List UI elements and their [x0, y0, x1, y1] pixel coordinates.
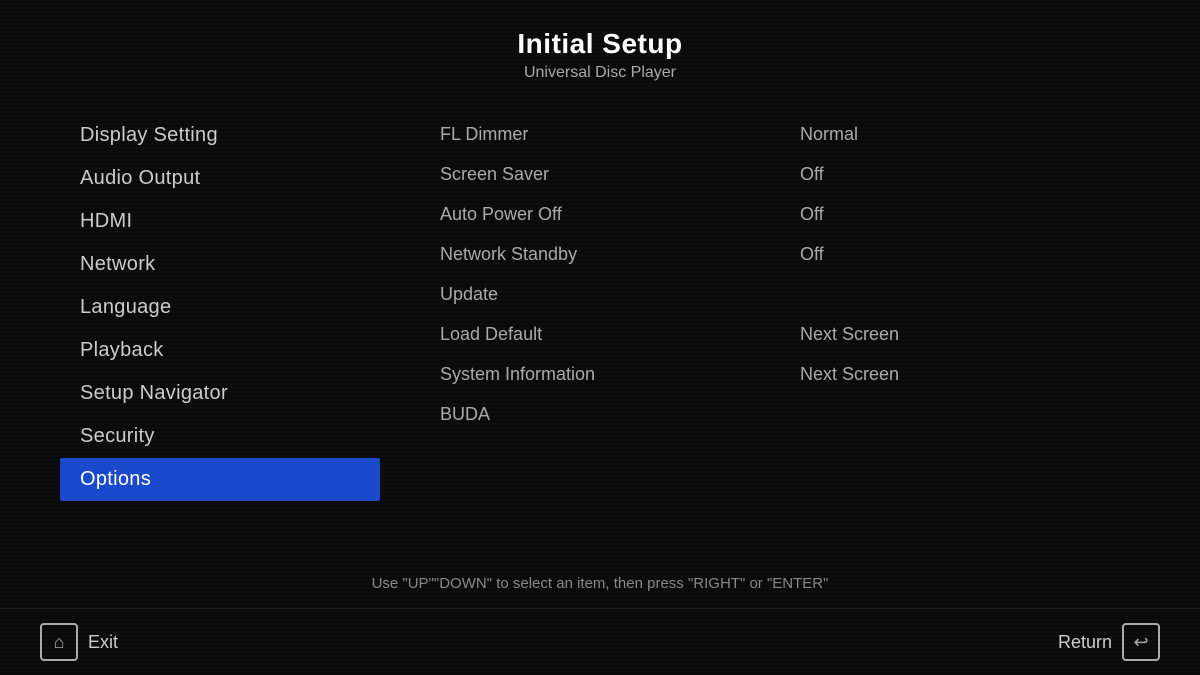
sidebar-item-playback[interactable]: Playback — [60, 329, 380, 372]
bottom-bar: ⌂ Exit Return ↩ — [0, 608, 1200, 675]
exit-button[interactable]: ⌂ Exit — [40, 623, 118, 661]
option-label-1: Screen Saver — [440, 164, 800, 185]
option-row-6[interactable]: System InformationNext Screen — [440, 354, 1140, 394]
option-label-5: Load Default — [440, 324, 800, 345]
option-label-0: FL Dimmer — [440, 124, 800, 145]
return-label: Return — [1058, 632, 1112, 653]
option-value-5: Next Screen — [800, 324, 899, 345]
sidebar-item-options[interactable]: Options — [60, 458, 380, 501]
return-icon: ↩ — [1122, 623, 1160, 661]
option-row-5[interactable]: Load DefaultNext Screen — [440, 314, 1140, 354]
sidebar-item-hdmi[interactable]: HDMI — [60, 200, 380, 243]
option-row-2[interactable]: Auto Power OffOff — [440, 194, 1140, 234]
header: Initial Setup Universal Disc Player — [0, 0, 1200, 94]
page-subtitle: Universal Disc Player — [0, 64, 1200, 82]
exit-label: Exit — [88, 632, 118, 653]
option-row-4[interactable]: Update — [440, 274, 1140, 314]
option-label-3: Network Standby — [440, 244, 800, 265]
sidebar-item-setup-navigator[interactable]: Setup Navigator — [60, 372, 380, 415]
option-label-7: BUDA — [440, 404, 800, 425]
home-icon: ⌂ — [40, 623, 78, 661]
option-row-3[interactable]: Network StandbyOff — [440, 234, 1140, 274]
option-value-0: Normal — [800, 124, 858, 145]
option-row-0[interactable]: FL DimmerNormal — [440, 114, 1140, 154]
options-panel: FL DimmerNormalScreen SaverOffAuto Power… — [380, 104, 1140, 559]
return-button[interactable]: Return ↩ — [1058, 623, 1160, 661]
option-value-2: Off — [800, 204, 824, 225]
sidebar-item-network[interactable]: Network — [60, 243, 380, 286]
option-row-1[interactable]: Screen SaverOff — [440, 154, 1140, 194]
sidebar: Display SettingAudio OutputHDMINetworkLa… — [60, 104, 380, 559]
option-value-1: Off — [800, 164, 824, 185]
option-label-6: System Information — [440, 364, 800, 385]
sidebar-item-audio-output[interactable]: Audio Output — [60, 157, 380, 200]
sidebar-item-language[interactable]: Language — [60, 286, 380, 329]
sidebar-item-display-setting[interactable]: Display Setting — [60, 114, 380, 157]
option-value-6: Next Screen — [800, 364, 899, 385]
option-value-3: Off — [800, 244, 824, 265]
option-row-7[interactable]: BUDA — [440, 394, 1140, 434]
page-wrapper: Initial Setup Universal Disc Player Disp… — [0, 0, 1200, 675]
option-label-2: Auto Power Off — [440, 204, 800, 225]
main-content: Display SettingAudio OutputHDMINetworkLa… — [0, 94, 1200, 559]
footer-hint: Use "UP""DOWN" to select an item, then p… — [0, 559, 1200, 608]
page-title: Initial Setup — [0, 28, 1200, 60]
option-label-4: Update — [440, 284, 800, 305]
sidebar-item-security[interactable]: Security — [60, 415, 380, 458]
